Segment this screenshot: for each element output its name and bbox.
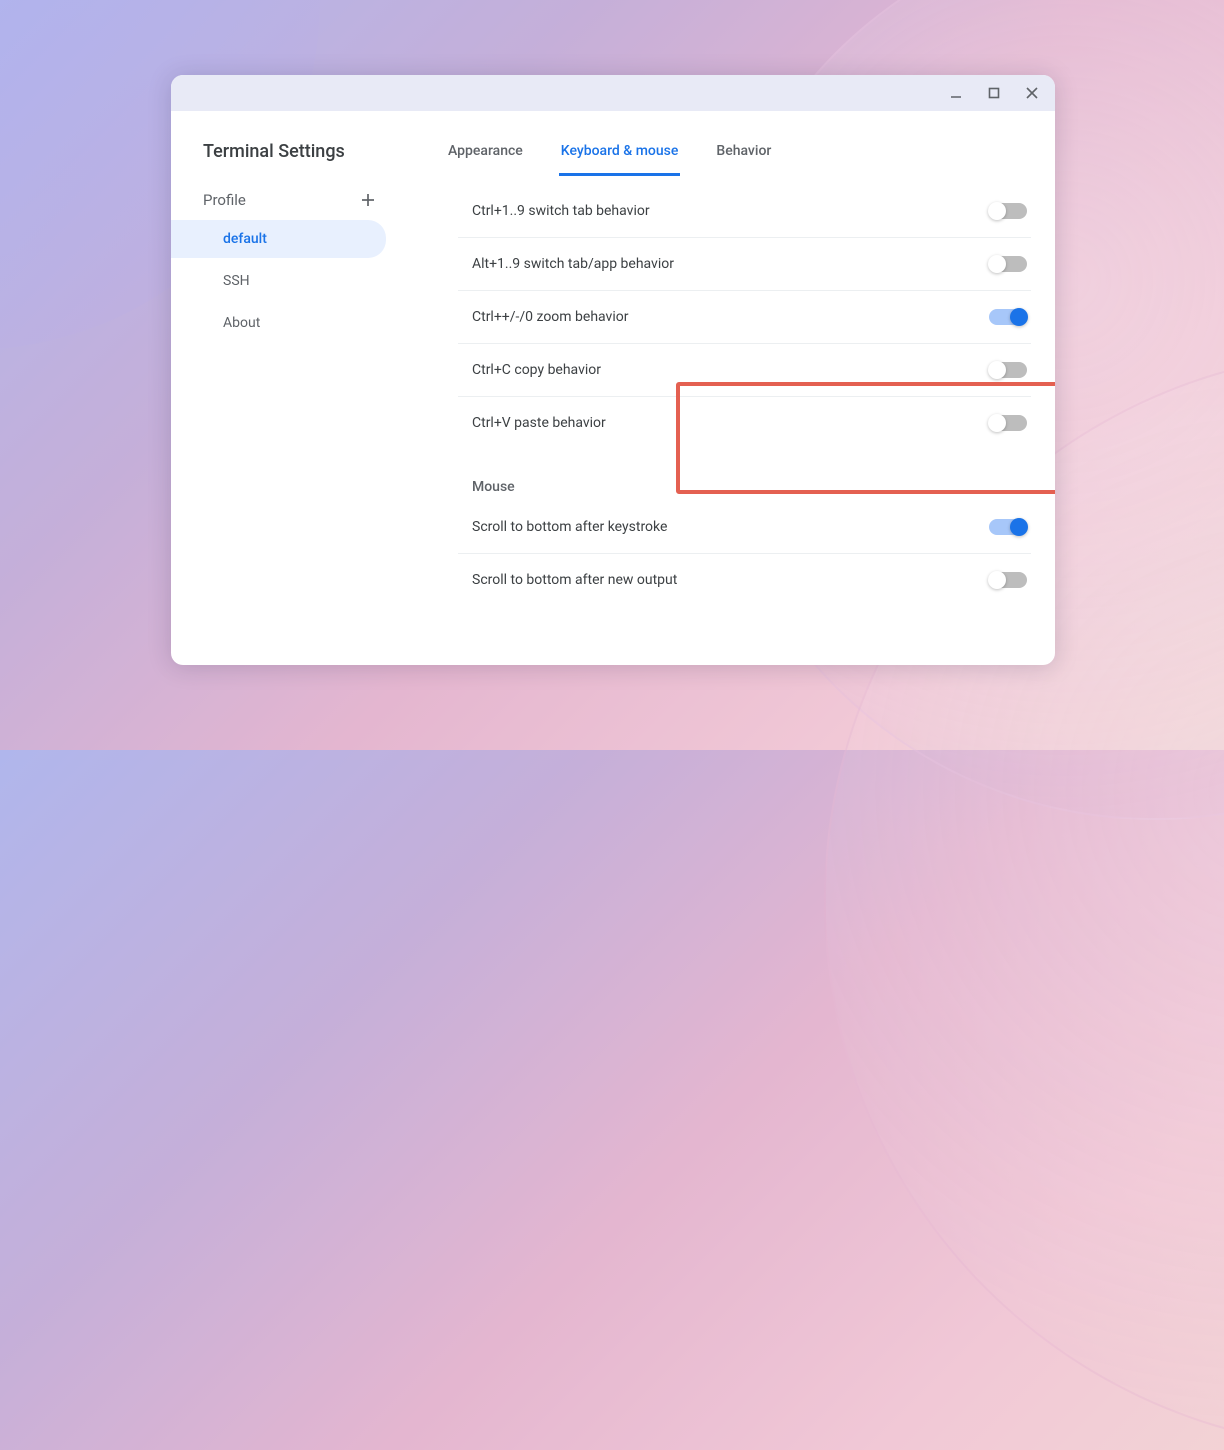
main-panel: Appearance Keyboard & mouse Behavior Ctr… — [396, 111, 1055, 665]
profile-label: Profile — [203, 191, 246, 209]
toggle-scroll-keystroke[interactable] — [989, 519, 1027, 535]
close-button[interactable] — [1017, 78, 1047, 108]
sidebar: Terminal Settings Profile default SSH Ab… — [171, 111, 396, 665]
toggle-ctrl-v-paste[interactable] — [989, 415, 1027, 431]
setting-scroll-output: Scroll to bottom after new output — [458, 554, 1031, 606]
setting-label: Ctrl+1..9 switch tab behavior — [472, 203, 650, 219]
setting-label: Ctrl+V paste behavior — [472, 415, 606, 431]
toggle-ctrl-num-tab[interactable] — [989, 203, 1027, 219]
setting-label: Ctrl+C copy behavior — [472, 362, 601, 378]
tab-appearance[interactable]: Appearance — [446, 135, 525, 176]
sidebar-item-about[interactable]: About — [171, 304, 386, 342]
setting-label: Scroll to bottom after new output — [472, 572, 677, 588]
sidebar-item-label: SSH — [223, 273, 250, 289]
setting-label: Ctrl++/-/0 zoom behavior — [472, 309, 628, 325]
plus-icon — [360, 192, 376, 208]
profile-header: Profile — [171, 184, 396, 216]
tab-keyboard-mouse[interactable]: Keyboard & mouse — [559, 135, 681, 176]
tab-bar: Appearance Keyboard & mouse Behavior — [436, 135, 1041, 177]
minimize-button[interactable] — [941, 78, 971, 108]
sidebar-item-ssh[interactable]: SSH — [171, 262, 386, 300]
page-title: Terminal Settings — [171, 135, 396, 184]
sidebar-item-default[interactable]: default — [171, 220, 386, 258]
setting-label: Alt+1..9 switch tab/app behavior — [472, 256, 674, 272]
toggle-alt-num-tab[interactable] — [989, 256, 1027, 272]
tab-behavior[interactable]: Behavior — [714, 135, 773, 176]
setting-ctrl-zoom: Ctrl++/-/0 zoom behavior — [458, 291, 1031, 344]
window-content: Terminal Settings Profile default SSH Ab… — [171, 111, 1055, 665]
toggle-ctrl-zoom[interactable] — [989, 309, 1027, 325]
tab-label: Appearance — [448, 143, 523, 159]
setting-ctrl-c-copy: Ctrl+C copy behavior — [458, 344, 1031, 397]
settings-window: Terminal Settings Profile default SSH Ab… — [171, 75, 1055, 665]
sidebar-item-label: About — [223, 315, 260, 331]
toggle-scroll-output[interactable] — [989, 572, 1027, 588]
tab-label: Behavior — [716, 143, 771, 159]
sidebar-item-label: default — [223, 231, 267, 247]
setting-label: Scroll to bottom after keystroke — [472, 519, 667, 535]
maximize-button[interactable] — [979, 78, 1009, 108]
add-profile-button[interactable] — [358, 190, 378, 210]
setting-scroll-keystroke: Scroll to bottom after keystroke — [458, 501, 1031, 554]
settings-list: Ctrl+1..9 switch tab behavior Alt+1..9 s… — [436, 177, 1041, 606]
setting-ctrl-v-paste: Ctrl+V paste behavior — [458, 397, 1031, 449]
titlebar — [171, 75, 1055, 111]
toggle-ctrl-c-copy[interactable] — [989, 362, 1027, 378]
section-mouse: Mouse — [458, 449, 1031, 501]
setting-alt-num-tab: Alt+1..9 switch tab/app behavior — [458, 238, 1031, 291]
tab-label: Keyboard & mouse — [561, 143, 679, 159]
setting-ctrl-num-tab: Ctrl+1..9 switch tab behavior — [458, 185, 1031, 238]
